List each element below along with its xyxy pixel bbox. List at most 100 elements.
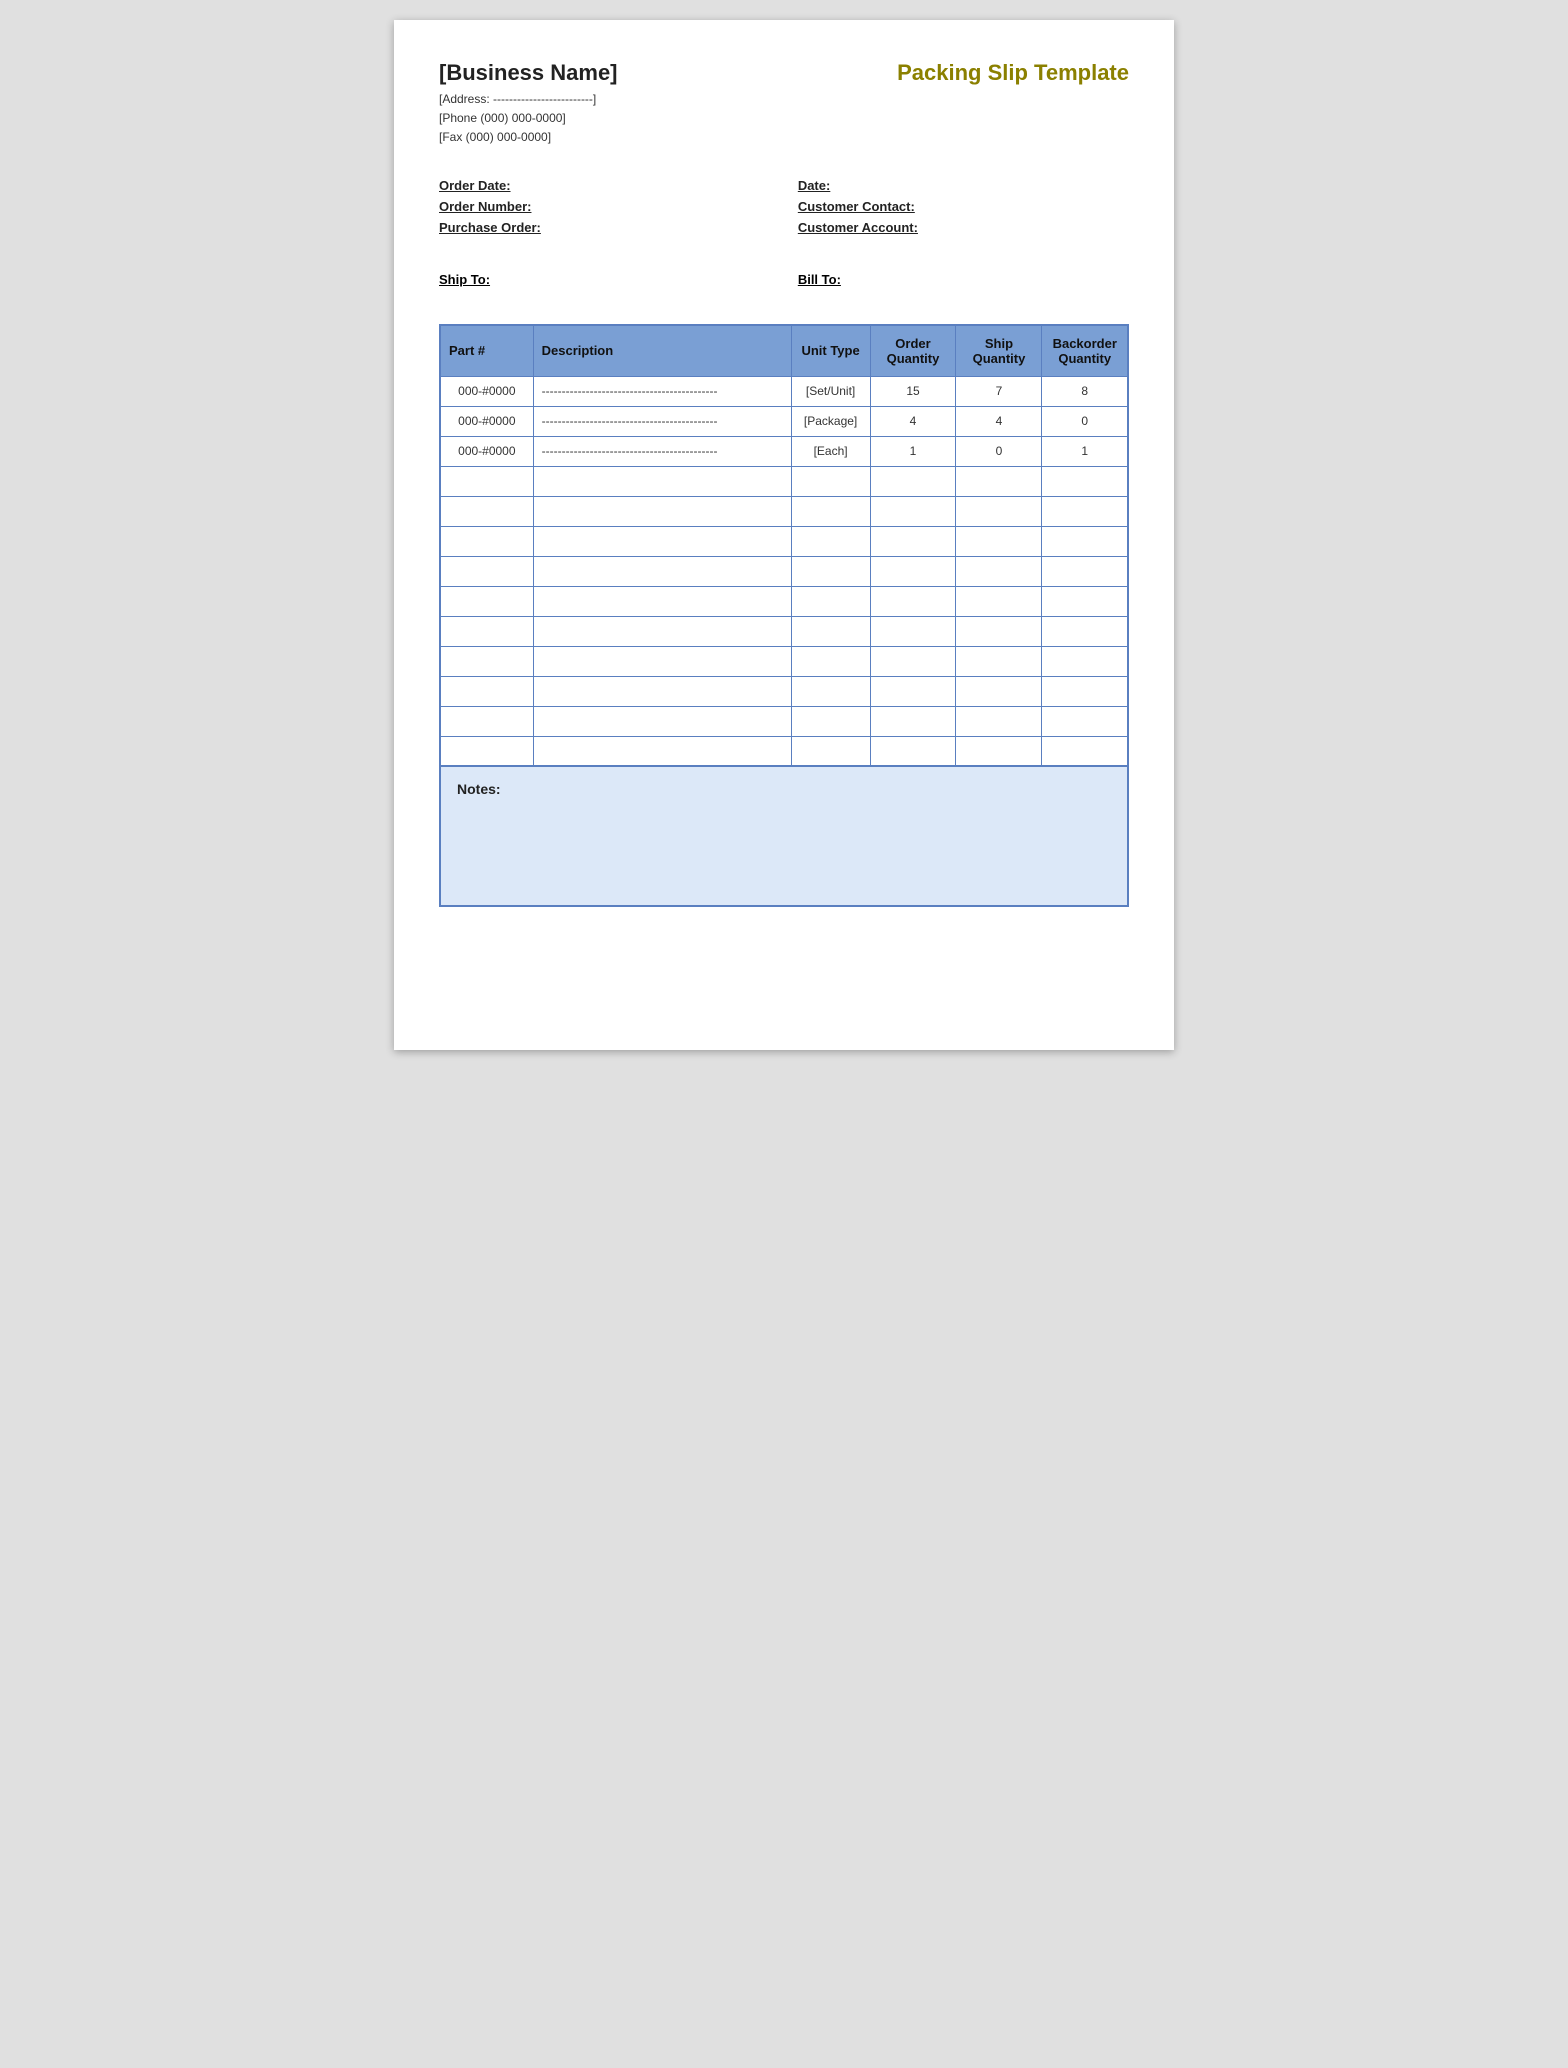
col-header-part: Part # xyxy=(440,325,533,377)
cell-ship-qty xyxy=(956,496,1042,526)
cell-order-qty xyxy=(870,556,956,586)
ship-to-label: Ship To: xyxy=(439,272,490,287)
cell-unit-type: [Each] xyxy=(791,436,870,466)
cell-description: ----------------------------------------… xyxy=(533,376,791,406)
ship-bill-section: Ship To: Bill To: xyxy=(439,271,1129,289)
cell-unit-type xyxy=(791,586,870,616)
cell-ship-qty: 0 xyxy=(956,436,1042,466)
cell-unit-type: [Package] xyxy=(791,406,870,436)
cell-unit-type xyxy=(791,616,870,646)
cell-part xyxy=(440,466,533,496)
cell-backorder-qty: 1 xyxy=(1042,436,1128,466)
col-header-backorder-qty: Backorder Quantity xyxy=(1042,325,1128,377)
cell-ship-qty xyxy=(956,706,1042,736)
cell-order-qty xyxy=(870,706,956,736)
cell-description xyxy=(533,586,791,616)
cell-backorder-qty xyxy=(1042,496,1128,526)
order-date-label: Order Date: xyxy=(439,178,511,193)
cell-backorder-qty xyxy=(1042,586,1128,616)
table-row xyxy=(440,466,1128,496)
cell-description xyxy=(533,736,791,766)
cell-part xyxy=(440,526,533,556)
cell-backorder-qty xyxy=(1042,616,1128,646)
table-row xyxy=(440,736,1128,766)
cell-backorder-qty xyxy=(1042,706,1128,736)
cell-order-qty xyxy=(870,646,956,676)
cell-order-qty xyxy=(870,466,956,496)
cell-part xyxy=(440,616,533,646)
cell-unit-type xyxy=(791,556,870,586)
cell-unit-type xyxy=(791,706,870,736)
cell-unit-type xyxy=(791,466,870,496)
table-header-row: Part # Description Unit Type Order Quant… xyxy=(440,325,1128,377)
cell-unit-type xyxy=(791,736,870,766)
cell-description xyxy=(533,556,791,586)
info-left: Order Date: Order Number: Purchase Order… xyxy=(439,178,770,241)
cell-backorder-qty xyxy=(1042,676,1128,706)
cell-unit-type: [Set/Unit] xyxy=(791,376,870,406)
cell-part: 000-#0000 xyxy=(440,406,533,436)
cell-part: 000-#0000 xyxy=(440,376,533,406)
date-label: Date: xyxy=(798,178,831,193)
cell-unit-type xyxy=(791,496,870,526)
cell-unit-type xyxy=(791,676,870,706)
cell-backorder-qty: 8 xyxy=(1042,376,1128,406)
cell-part xyxy=(440,586,533,616)
cell-backorder-qty xyxy=(1042,736,1128,766)
cell-ship-qty xyxy=(956,556,1042,586)
table-row xyxy=(440,496,1128,526)
cell-backorder-qty xyxy=(1042,466,1128,496)
cell-ship-qty xyxy=(956,526,1042,556)
cell-part xyxy=(440,646,533,676)
cell-description: ----------------------------------------… xyxy=(533,436,791,466)
table-row xyxy=(440,526,1128,556)
cell-unit-type xyxy=(791,526,870,556)
order-number-row: Order Number: xyxy=(439,199,770,214)
customer-contact-row: Customer Contact: xyxy=(798,199,1129,214)
customer-account-label: Customer Account: xyxy=(798,220,918,235)
cell-unit-type xyxy=(791,646,870,676)
info-section: Order Date: Order Number: Purchase Order… xyxy=(439,178,1129,241)
cell-description xyxy=(533,466,791,496)
cell-ship-qty xyxy=(956,616,1042,646)
notes-section: Notes: xyxy=(439,767,1129,907)
table-row xyxy=(440,616,1128,646)
cell-order-qty: 15 xyxy=(870,376,956,406)
cell-ship-qty xyxy=(956,586,1042,616)
table-row xyxy=(440,706,1128,736)
cell-ship-qty xyxy=(956,676,1042,706)
cell-ship-qty: 4 xyxy=(956,406,1042,436)
cell-ship-qty xyxy=(956,646,1042,676)
business-name: [Business Name] xyxy=(439,60,618,86)
cell-backorder-qty xyxy=(1042,556,1128,586)
bill-to-label: Bill To: xyxy=(798,272,841,287)
customer-account-row: Customer Account: xyxy=(798,220,1129,235)
table-row xyxy=(440,586,1128,616)
cell-backorder-qty: 0 xyxy=(1042,406,1128,436)
info-right: Date: Customer Contact: Customer Account… xyxy=(798,178,1129,241)
business-fax: [Fax (000) 000-0000] xyxy=(439,128,618,147)
notes-label: Notes: xyxy=(457,781,501,797)
table-row xyxy=(440,556,1128,586)
cell-description xyxy=(533,616,791,646)
table-row xyxy=(440,676,1128,706)
date-row: Date: xyxy=(798,178,1129,193)
table-row: 000-#0000-------------------------------… xyxy=(440,436,1128,466)
business-phone: [Phone (000) 000-0000] xyxy=(439,109,618,128)
order-date-row: Order Date: xyxy=(439,178,770,193)
table-row: 000-#0000-------------------------------… xyxy=(440,376,1128,406)
cell-ship-qty xyxy=(956,736,1042,766)
cell-ship-qty: 7 xyxy=(956,376,1042,406)
cell-part xyxy=(440,676,533,706)
packing-slip-page: [Business Name] [Address: --------------… xyxy=(394,20,1174,1050)
cell-order-qty xyxy=(870,496,956,526)
cell-part xyxy=(440,496,533,526)
cell-order-qty: 4 xyxy=(870,406,956,436)
cell-description xyxy=(533,646,791,676)
cell-part xyxy=(440,556,533,586)
cell-backorder-qty xyxy=(1042,526,1128,556)
cell-order-qty xyxy=(870,676,956,706)
cell-description: ----------------------------------------… xyxy=(533,406,791,436)
cell-description xyxy=(533,676,791,706)
col-header-order-qty: Order Quantity xyxy=(870,325,956,377)
